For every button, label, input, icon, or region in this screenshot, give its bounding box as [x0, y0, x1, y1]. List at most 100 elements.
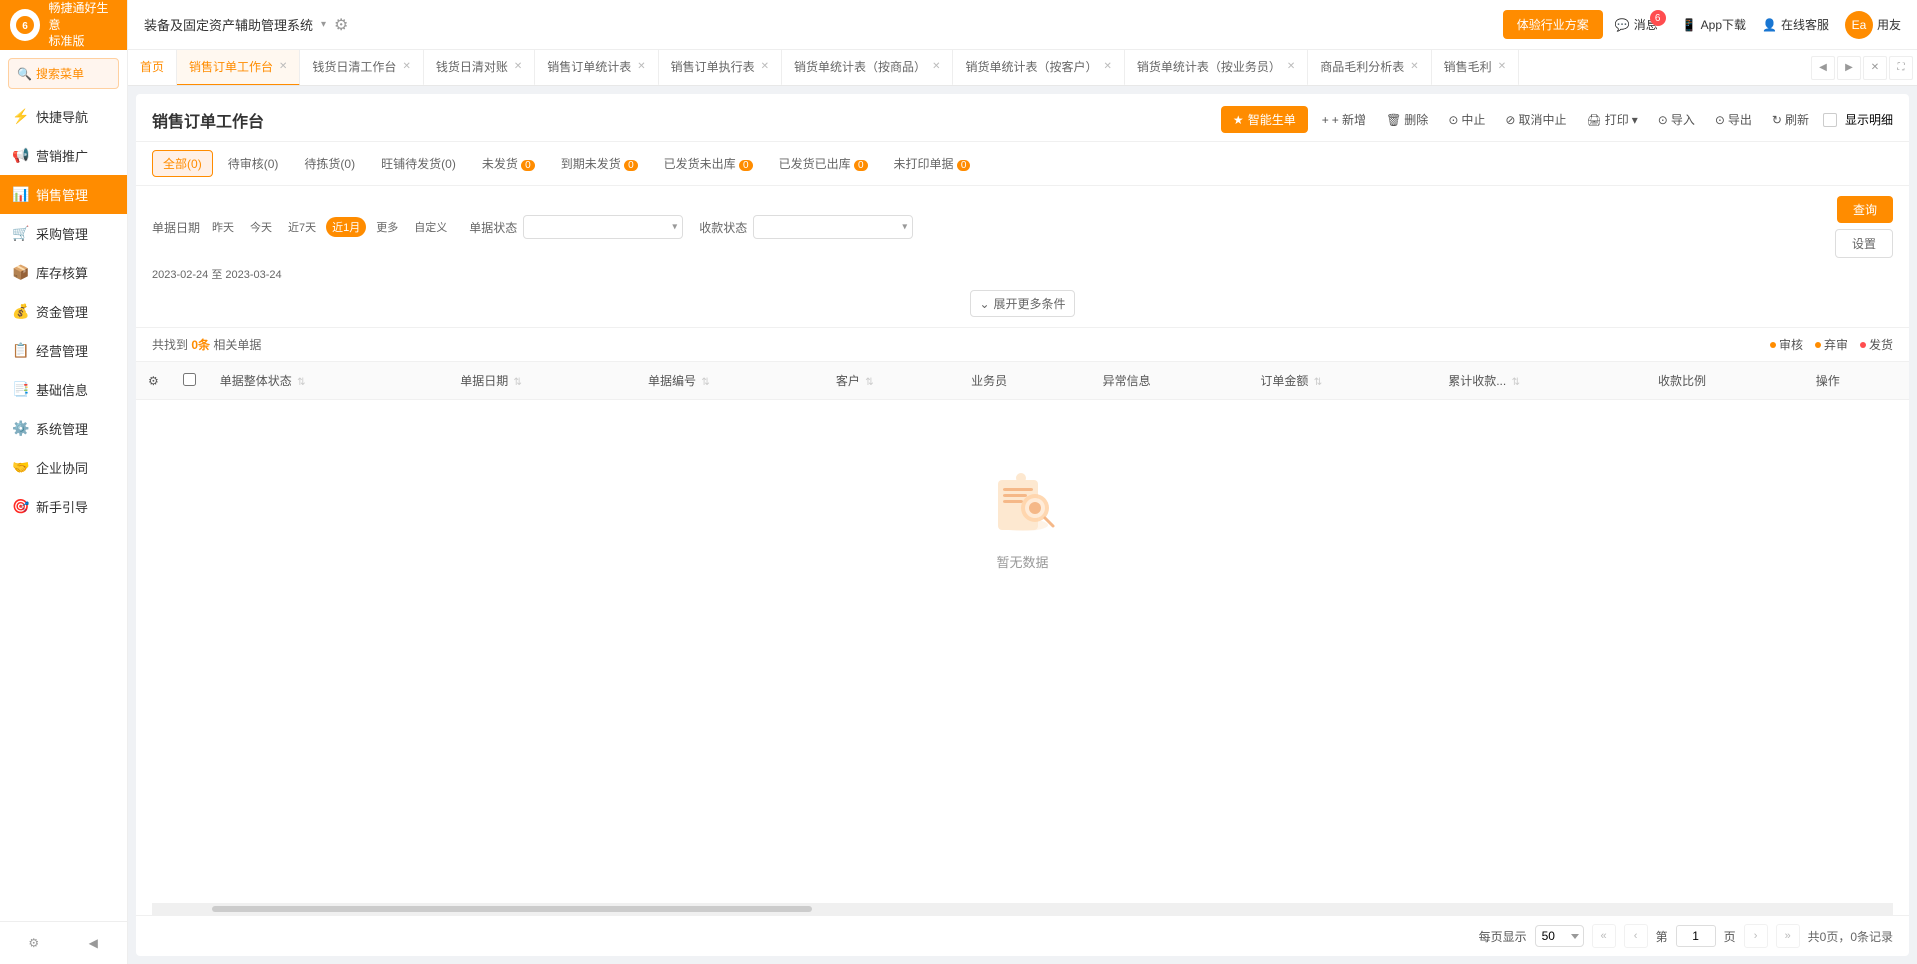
filter-tab-shipped-not-warehoused[interactable]: 已发货未出库 0 [653, 150, 764, 177]
filter-tab-all[interactable]: 全部(0) [152, 150, 213, 177]
date-custom-btn[interactable]: 自定义 [408, 217, 453, 237]
online-service-button[interactable]: 👤 在线客服 [1762, 16, 1829, 33]
filter-tab-pending-inspect[interactable]: 待拣货(0) [293, 150, 366, 177]
page-last-button[interactable]: » [1776, 924, 1800, 948]
scrollbar-thumb[interactable] [212, 906, 812, 912]
date-1month-btn[interactable]: 近1月 [326, 217, 366, 237]
tab-close-sales-workbench[interactable]: ✕ [279, 61, 287, 72]
filter-tab-shipped-warehoused[interactable]: 已发货已出库 0 [768, 150, 879, 177]
review-action-button[interactable]: 审核 [1770, 336, 1803, 353]
page-size-select[interactable]: 50 100 200 [1535, 925, 1584, 947]
tab-close-all-button[interactable]: ✕ [1863, 56, 1887, 80]
horizontal-scrollbar[interactable] [152, 903, 1893, 915]
date-today-btn[interactable]: 今天 [244, 217, 278, 237]
tab-home[interactable]: 首页 [128, 50, 177, 86]
page-first-button[interactable]: « [1592, 924, 1616, 948]
guide-icon: 🎯 [12, 498, 30, 516]
sidebar-item-marketing[interactable]: 📢 营销推广 [0, 136, 127, 175]
sidebar-item-inventory[interactable]: 📦 库存核算 [0, 253, 127, 292]
tab-sales-stats[interactable]: 销售订单统计表 ✕ [535, 50, 658, 86]
filter-tab-wangpu[interactable]: 旺铺待发货(0) [370, 150, 467, 177]
refresh-button[interactable]: ↻ 刷新 [1766, 107, 1815, 132]
tab-close-sales-execute[interactable]: ✕ [761, 61, 769, 72]
system-dropdown-icon[interactable]: ▾ [321, 19, 326, 30]
sidebar-item-quick-nav[interactable]: ⚡ 快捷导航 [0, 97, 127, 136]
sidebar-item-finance[interactable]: 💰 资金管理 [0, 292, 127, 331]
page-input[interactable] [1676, 925, 1716, 947]
query-button[interactable]: 查询 [1837, 196, 1893, 223]
sidebar-item-operations[interactable]: 📋 经营管理 [0, 331, 127, 370]
tab-sales-profit[interactable]: 销售毛利 ✕ [1432, 50, 1519, 86]
import-button[interactable]: ⊙ 导入 [1652, 107, 1701, 132]
select-all-checkbox[interactable] [183, 373, 196, 386]
sidebar-settings-button[interactable]: ⚙ [8, 930, 60, 956]
collection-select[interactable] [753, 215, 913, 239]
sort-number-icon[interactable]: ⇅ [701, 377, 709, 388]
tab-close-sales-stats[interactable]: ✕ [637, 61, 645, 72]
filter-tab-not-shipped[interactable]: 未发货 0 [471, 150, 546, 177]
tab-sales-summary-product[interactable]: 销货单统计表（按商品） ✕ [782, 50, 953, 86]
tab-close-sales-profit[interactable]: ✕ [1498, 61, 1506, 72]
status-select[interactable] [523, 215, 683, 239]
sidebar-item-basic-info[interactable]: 📑 基础信息 [0, 370, 127, 409]
tab-close-gross-margin[interactable]: ✕ [1410, 61, 1418, 72]
filter-settings-button[interactable]: 设置 [1835, 229, 1893, 258]
tab-scroll-left-button[interactable]: ◀ [1811, 56, 1835, 80]
sidebar-item-guide[interactable]: 🎯 新手引导 [0, 487, 127, 526]
filter-tab-pending-review[interactable]: 待审核(0) [217, 150, 290, 177]
topbar-settings-icon[interactable]: ⚙ [334, 15, 348, 35]
message-button[interactable]: 💬 消息 6 [1615, 16, 1658, 33]
show-detail-checkbox[interactable] [1823, 113, 1837, 127]
user-menu-button[interactable]: Ea 用友 [1845, 11, 1901, 39]
date-7days-btn[interactable]: 近7天 [282, 217, 322, 237]
sort-customer-icon[interactable]: ⇅ [865, 377, 873, 388]
sidebar-item-cooperation[interactable]: 🤝 企业协同 [0, 448, 127, 487]
tab-gross-margin[interactable]: 商品毛利分析表 ✕ [1308, 50, 1431, 86]
sidebar-item-purchase[interactable]: 🛒 采购管理 [0, 214, 127, 253]
add-button[interactable]: + + 新增 [1316, 107, 1372, 132]
tab-sales-summary-staff[interactable]: 销货单统计表（按业务员） ✕ [1125, 50, 1308, 86]
sidebar-item-sales[interactable]: 📊 销售管理 [0, 175, 127, 214]
smart-generate-button[interactable]: ★ 智能生单 [1221, 106, 1308, 133]
tab-sales-workbench[interactable]: 销售订单工作台 ✕ [177, 50, 300, 86]
cancel-stop-button[interactable]: ⊘ 取消中止 [1499, 107, 1572, 132]
sort-collected-icon[interactable]: ⇅ [1512, 377, 1520, 388]
page-next-button[interactable]: › [1744, 924, 1768, 948]
sort-amount-icon[interactable]: ⇅ [1314, 377, 1322, 388]
tab-cash-reconcile[interactable]: 钱货日清对账 ✕ [424, 50, 535, 86]
export-icon: ⊙ [1715, 113, 1725, 127]
tab-close-cash-daily[interactable]: ✕ [402, 61, 410, 72]
export-button[interactable]: ⊙ 导出 [1709, 107, 1758, 132]
tab-close-sales-summary-product[interactable]: ✕ [932, 61, 940, 72]
sidebar-collapse-button[interactable]: ◀ [68, 930, 120, 956]
page-prev-button[interactable]: ‹ [1624, 924, 1648, 948]
page-title: 销售订单工作台 [152, 108, 264, 132]
date-more-btn[interactable]: 更多 [370, 217, 404, 237]
tab-sales-summary-customer[interactable]: 销货单统计表（按客户） ✕ [953, 50, 1124, 86]
column-settings-icon[interactable]: ⚙ [148, 374, 159, 388]
purchase-icon: 🛒 [12, 225, 30, 243]
tab-close-sales-summary-staff[interactable]: ✕ [1287, 61, 1295, 72]
search-menu-button[interactable]: 🔍 搜索菜单 [8, 58, 119, 89]
filter-tab-expired-not-shipped[interactable]: 到期未发货 0 [550, 150, 649, 177]
print-button[interactable]: 🖨 打印 ▾ [1580, 107, 1643, 132]
sort-date-icon[interactable]: ⇅ [514, 377, 522, 388]
tab-scroll-right-button[interactable]: ▶ [1837, 56, 1861, 80]
cancel-stop-icon: ⊘ [1505, 113, 1515, 127]
sidebar-item-system[interactable]: ⚙️ 系统管理 [0, 409, 127, 448]
tab-cash-daily[interactable]: 钱货日清工作台 ✕ [300, 50, 423, 86]
expand-filter-button[interactable]: ⌄ 展开更多条件 [970, 290, 1074, 317]
tab-fullscreen-button[interactable]: ⛶ [1889, 56, 1913, 80]
solution-button[interactable]: 体验行业方案 [1503, 10, 1603, 39]
tab-close-cash-reconcile[interactable]: ✕ [514, 61, 522, 72]
tab-close-sales-summary-customer[interactable]: ✕ [1103, 61, 1111, 72]
tab-sales-execute[interactable]: 销售订单执行表 ✕ [659, 50, 782, 86]
cancel-review-action-button[interactable]: 弃审 [1815, 336, 1848, 353]
filter-tab-not-printed[interactable]: 未打印单据 0 [883, 150, 982, 177]
sort-status-icon[interactable]: ⇅ [297, 377, 305, 388]
ship-action-button[interactable]: 发货 [1860, 336, 1893, 353]
delete-button[interactable]: 🗑 删除 [1380, 107, 1434, 132]
date-yesterday-btn[interactable]: 昨天 [206, 217, 240, 237]
stop-button[interactable]: ⊙ 中止 [1442, 107, 1491, 132]
app-download-button[interactable]: 📱 App下载 [1682, 16, 1746, 33]
